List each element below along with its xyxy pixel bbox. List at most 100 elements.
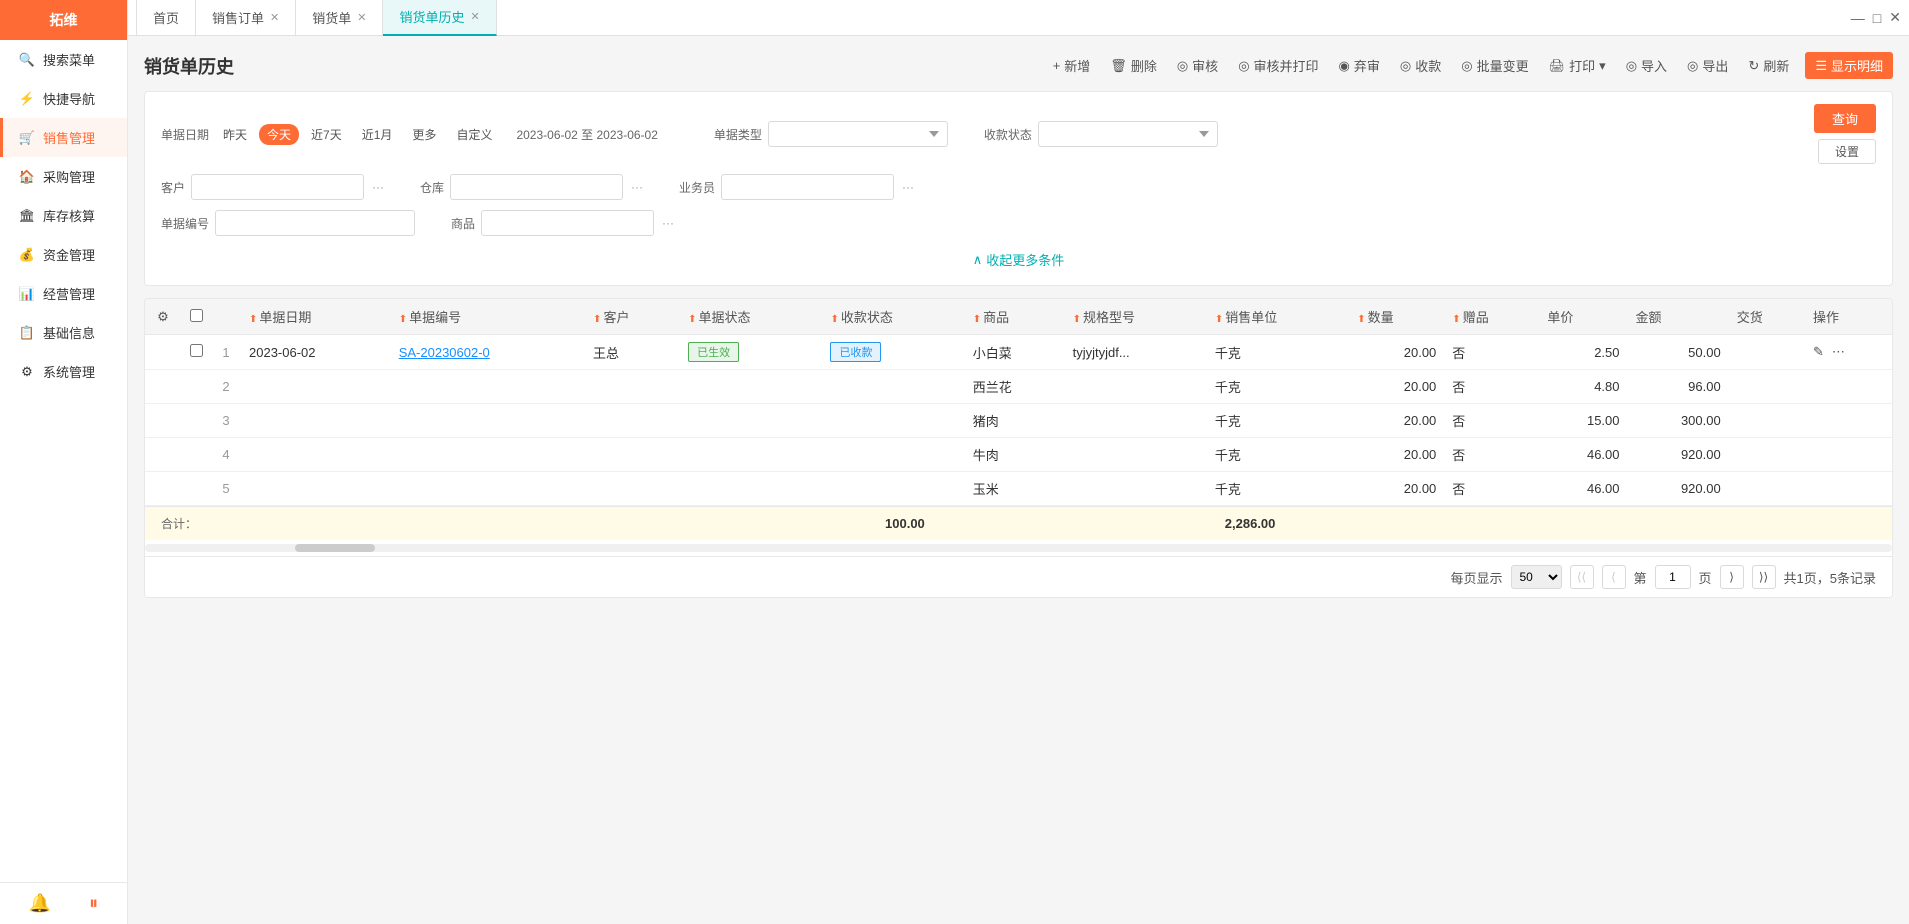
print-button[interactable]: 🖨 打印 ▾ [1545,54,1610,77]
tab-sales-goods-close[interactable]: ✕ [357,11,366,24]
row-no: 5 [211,472,241,506]
sidebar-item-base-info[interactable]: 📋 基础信息 [0,313,127,352]
row-doc-no: SA-20230602-0 [391,335,585,370]
row-unit: 千克 [1207,472,1349,506]
tab-sales-history-label: 销货单历史 [399,7,464,26]
export-button[interactable]: ◎ 导出 [1683,54,1732,77]
col-pay-status[interactable]: ⬆收款状态 [822,299,964,335]
date-tag-custom[interactable]: 自定义 [448,124,500,145]
first-page-button[interactable]: ⟨⟨ [1570,565,1594,589]
collapse-label: 收起更多条件 [986,250,1064,269]
horizontal-scrollbar[interactable] [145,544,1892,552]
tab-home[interactable]: 首页 [136,0,196,36]
tab-sales-order[interactable]: 销售订单 ✕ [196,0,296,36]
pay-status-select[interactable] [1038,121,1218,147]
col-unit[interactable]: ⬆销售单位 [1207,299,1349,335]
col-goods[interactable]: ⬆商品 [965,299,1065,335]
business-input[interactable] [721,174,894,200]
doc-no-link[interactable]: SA-20230602-0 [399,345,490,360]
row-gift: 否 [1444,472,1539,506]
sidebar-item-quick-nav[interactable]: ⚡ 快捷导航 [0,79,127,118]
window-maximize-icon[interactable]: □ [1873,10,1881,26]
col-spec[interactable]: ⬆规格型号 [1065,299,1207,335]
set-button[interactable]: 设置 [1818,139,1876,164]
col-customer[interactable]: ⬆客户 [585,299,680,335]
row-goods: 玉米 [965,472,1065,506]
audit-icon: ◎ [1177,58,1188,74]
warehouse-dots[interactable]: ··· [631,180,643,194]
row-checkbox[interactable] [181,335,211,370]
show-detail-button[interactable]: ☰ 显示明细 [1805,52,1893,79]
refresh-button[interactable]: ↻ 刷新 [1744,54,1793,77]
business-dots[interactable]: ··· [902,180,914,194]
sidebar-item-finance-mgmt[interactable]: 💰 资金管理 [0,235,127,274]
sort-customer-icon: ⬆ [593,314,601,325]
goods-dots[interactable]: ··· [662,216,674,230]
more-icon[interactable]: ⋯ [1832,344,1845,360]
row-action [1805,404,1892,438]
row-gift: 否 [1444,370,1539,404]
collect-button[interactable]: ◎ 收款 [1396,54,1445,77]
page-number-input[interactable] [1655,565,1691,589]
date-tag-yesterday[interactable]: 昨天 [215,124,255,145]
row-checkbox-input[interactable] [190,344,203,357]
notification-icon[interactable]: 🔔 [29,893,51,914]
row-checkbox[interactable] [181,404,211,438]
col-doc-no[interactable]: ⬆单据编号 [391,299,585,335]
last-page-button[interactable]: ⟩⟩ [1752,565,1776,589]
col-qty[interactable]: ⬆数量 [1349,299,1444,335]
abandon-button[interactable]: ◉ 弃审 [1335,54,1384,77]
main-table: ⚙ ⬆单据日期 ⬆单据编号 ⬆客户 ⬆单据状态 ⬆收款状态 ⬆商品 ⬆规格型号 … [145,299,1892,506]
date-tag-1month[interactable]: 近1月 [354,124,401,145]
sidebar-item-ops-mgmt[interactable]: 📊 经营管理 [0,274,127,313]
row-no: 1 [211,335,241,370]
collapse-button[interactable]: ∧ 收起更多条件 [161,246,1876,273]
row-doc-no [391,370,585,404]
col-settings[interactable]: ⚙ [145,299,181,335]
tab-sales-history-close[interactable]: ✕ [471,10,480,23]
query-button[interactable]: 查询 [1814,104,1876,133]
audit-print-button[interactable]: ◎ 审核并打印 [1234,54,1322,77]
window-close-icon[interactable]: ✕ [1889,9,1901,26]
prev-page-button[interactable]: ⟨ [1602,565,1626,589]
export-icon: ◎ [1687,58,1698,74]
row-checkbox[interactable] [181,370,211,404]
row-checkbox[interactable] [181,438,211,472]
per-page-select[interactable]: 50 100 [1511,565,1562,589]
col-gift[interactable]: ⬆赠品 [1444,299,1539,335]
tab-sales-order-close[interactable]: ✕ [270,11,279,24]
col-checkbox[interactable] [181,299,211,335]
warehouse-input[interactable] [450,174,623,200]
batch-change-icon: ◎ [1461,58,1472,74]
date-tag-today[interactable]: 今天 [259,124,299,145]
date-tag-more[interactable]: 更多 [404,124,444,145]
select-all-checkbox[interactable] [190,309,203,322]
row-checkbox[interactable] [181,472,211,506]
batch-change-button[interactable]: ◎ 批量变更 [1457,54,1532,77]
doc-no-input[interactable] [215,210,415,236]
sidebar-item-sys-mgmt[interactable]: ⚙ 系统管理 [0,352,127,391]
sidebar-item-sales-mgmt[interactable]: 🛒 销售管理 [0,118,127,157]
col-amount: 金额 [1628,299,1729,335]
tab-sales-history[interactable]: 销货单历史 ✕ [383,0,496,36]
window-minimize-icon[interactable]: — [1851,10,1865,26]
audit-button[interactable]: ◎ 审核 [1173,54,1222,77]
date-tag-7days[interactable]: 近7天 [303,124,350,145]
import-button[interactable]: ◎ 导入 [1622,54,1671,77]
doc-type-select[interactable] [768,121,948,147]
new-button[interactable]: + 新增 [1049,54,1095,77]
sidebar-item-purchase-mgmt[interactable]: 🏠 采购管理 [0,157,127,196]
customer-input[interactable] [191,174,364,200]
tab-sales-goods[interactable]: 销货单 ✕ [296,0,383,36]
next-page-button[interactable]: ⟩ [1720,565,1744,589]
goods-input[interactable] [481,210,654,236]
customer-dots[interactable]: ··· [372,180,384,194]
pause-icon[interactable]: ⏸ [89,893,98,914]
col-doc-status[interactable]: ⬆单据状态 [680,299,822,335]
edit-icon[interactable]: ✎ [1813,344,1824,360]
col-doc-date[interactable]: ⬆单据日期 [241,299,391,335]
sidebar-item-search-menu[interactable]: 🔍 搜索菜单 [0,40,127,79]
scroll-thumb[interactable] [295,544,375,552]
sidebar-item-inventory[interactable]: 🏛 库存核算 [0,196,127,235]
delete-button[interactable]: 🗑 删除 [1106,54,1161,77]
